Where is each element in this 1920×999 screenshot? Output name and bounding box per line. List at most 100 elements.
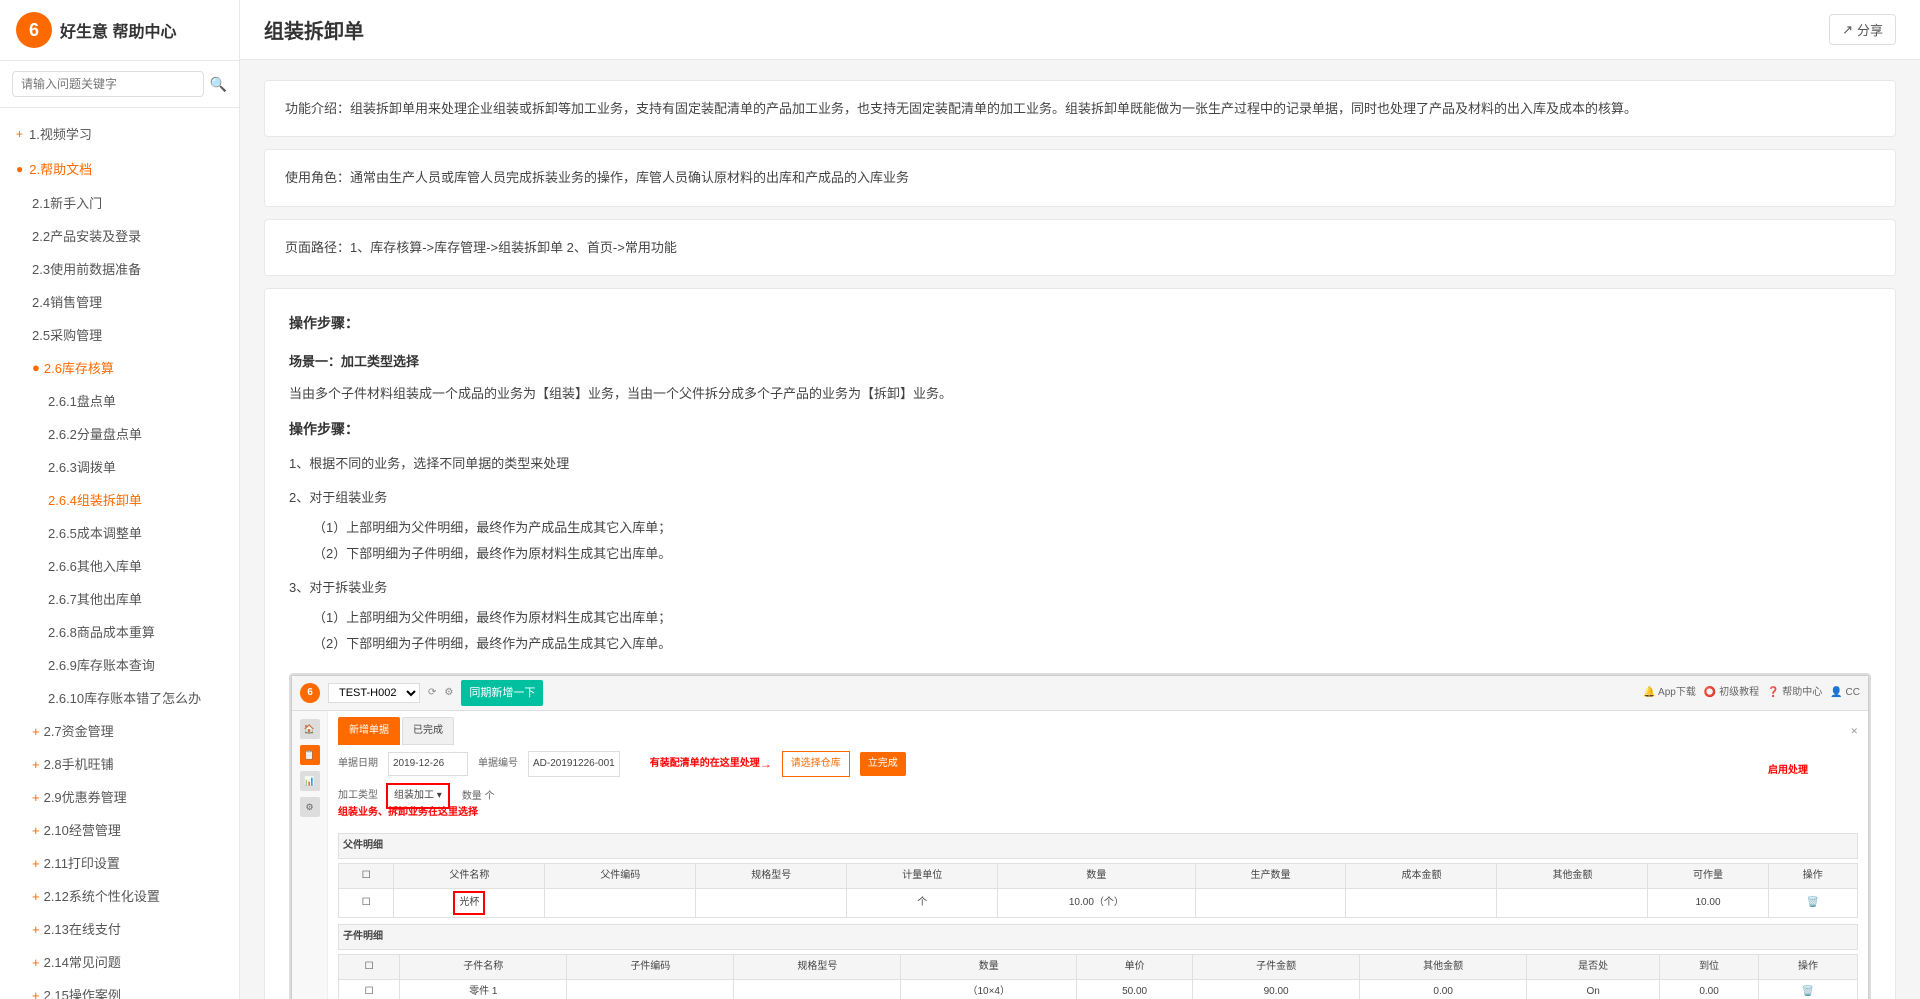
mock-th-ops: 操作 xyxy=(1768,864,1857,889)
intro-section: 功能介绍：组装拆卸单用来处理企业组装或拆卸等加工业务，支持有固定装配清单的产品加… xyxy=(264,80,1896,137)
ops-steps-title: 操作步骤： xyxy=(289,415,1871,443)
mock-nav-home[interactable]: 🏠 xyxy=(300,719,320,739)
mock-upper-table-label: 父件明细 xyxy=(338,833,1858,859)
sidebar-item-2-3[interactable]: 2.3使用前数据准备 xyxy=(0,252,239,285)
share-button[interactable]: ↗ 分享 xyxy=(1829,14,1896,45)
role-text: 使用角色：通常由生产人员或库管人员完成拆装业务的操作，库管人员确认原材料的出库和… xyxy=(285,170,909,185)
search-icon[interactable]: 🔍 xyxy=(210,76,227,93)
intro-text: 功能介绍：组装拆卸单用来处理企业组装或拆卸等加工业务，支持有固定装配清单的产品加… xyxy=(285,101,1637,116)
content-area: 功能介绍：组装拆卸单用来处理企业组装或拆卸等加工业务，支持有固定装配清单的产品加… xyxy=(240,60,1920,999)
sidebar-item-2-5[interactable]: 2.5采购管理 xyxy=(0,318,239,351)
mock-date-label: 单据日期 xyxy=(338,754,378,774)
mock-nav-settings[interactable]: ⚙ xyxy=(300,797,320,817)
mock-lth-check: ☐ xyxy=(339,955,400,980)
sidebar-item-2-4[interactable]: 2.4销售管理 xyxy=(0,285,239,318)
sidebar-item-2-6[interactable]: ● 2.6库存核算 xyxy=(0,351,239,384)
mock-close-icon[interactable]: ✕ xyxy=(1850,722,1858,740)
mock-td-action[interactable]: 🗑️ xyxy=(1768,889,1857,918)
mock-th-prod-qty: 生产数量 xyxy=(1195,864,1346,889)
share-icon: ↗ xyxy=(1842,22,1853,38)
nav-list: + 1.视频学习 ● 2.帮助文档 2.1新手入门 2.2产品安装及登录 2.3… xyxy=(0,108,239,999)
sidebar-item-2-6-4[interactable]: 2.6.4组装拆卸单 xyxy=(0,483,239,516)
role-section: 使用角色：通常由生产人员或库管人员完成拆装业务的操作，库管人员确认原材料的出库和… xyxy=(264,149,1896,206)
mock-lth-amt: 子件金额 xyxy=(1193,955,1360,980)
sidebar-item-2-1[interactable]: 2.1新手入门 xyxy=(0,186,239,219)
mock-lower-row1: ☐零件 1 （10×4）50.0090.000.00 On0.00🗑️ xyxy=(339,980,1858,999)
sidebar-item-2-10[interactable]: +2.10经营管理 xyxy=(0,813,239,846)
mock-lth-code: 子件编码 xyxy=(567,955,734,980)
path-section: 页面路径：1、库存核算->库存管理->组装拆卸单 2、首页->常用功能 xyxy=(264,219,1896,276)
step3-2: （2）下部明细为子件明细，最终作为产成品生成其它入库单。 xyxy=(289,631,1871,657)
sidebar-item-2-6-5[interactable]: 2.6.5成本调整单 xyxy=(0,516,239,549)
mock-topbar: 6 TEST-H002 ⟳ ⚙ 同期新增一下 🔔 App下载 ⭕ 初级教程 ❓ … xyxy=(292,676,1868,711)
sidebar-item-2-11[interactable]: +2.11打印设置 xyxy=(0,846,239,879)
mock-logo-icon: 6 xyxy=(300,683,320,703)
mock-spacer1 xyxy=(338,815,1858,833)
mock-annotation2: 组装业务、拆卸业务在这里选择 xyxy=(338,803,478,823)
sidebar-item-2-13[interactable]: +2.13在线支付 xyxy=(0,912,239,945)
mock-lth-other: 其他金额 xyxy=(1360,955,1527,980)
sidebar-item-docs[interactable]: ● 2.帮助文档 xyxy=(0,151,239,186)
mock-select-bom[interactable]: 请选择仓库 xyxy=(782,751,850,777)
mock-annotation3: 启用处理 xyxy=(1768,761,1808,781)
mock-company-select[interactable]: TEST-H002 xyxy=(328,683,420,703)
mock-lth-arrive: 到位 xyxy=(1660,955,1759,980)
sidebar-item-2-2[interactable]: 2.2产品安装及登录 xyxy=(0,219,239,252)
mock-settings-icon: ⚙ xyxy=(444,683,453,703)
sidebar-item-2-6-2[interactable]: 2.6.2分量盘点单 xyxy=(0,417,239,450)
step2-1: （1）上部明细为父件明细，最终作为产成品生成其它入库单； xyxy=(289,515,1871,541)
mock-tab-done[interactable]: 已完成 xyxy=(402,717,454,745)
main-area: 组装拆卸单 ↗ 分享 功能介绍：组装拆卸单用来处理企业组装或拆卸等加工业务，支持… xyxy=(240,0,1920,999)
mock-type-row: 加工类型 组装加工 ▾ 数量 个 组装业务、拆卸业务在这里选择 xyxy=(338,783,1858,809)
mock-form-header: 单据日期 2019-12-26 单据编号 AD-20191226-001 有装配… xyxy=(338,751,1858,777)
mock-lth-ops: 操作 xyxy=(1759,955,1858,980)
logo-text: 好生意 帮助中心 xyxy=(60,18,176,42)
mock-body: 🏠 📋 📊 ⚙ 新增单据 已完成 ✕ xyxy=(292,711,1868,999)
sidebar-item-2-14[interactable]: +2.14常见问题 xyxy=(0,945,239,978)
step3-1: （1）上部明细为父件明细，最终作为原材料生成其它出库单； xyxy=(289,605,1871,631)
mock-td-unit: 个 xyxy=(847,889,998,918)
mock-th-parent-code: 父件编码 xyxy=(545,864,696,889)
screenshot-container: 6 TEST-H002 ⟳ ⚙ 同期新增一下 🔔 App下载 ⭕ 初级教程 ❓ … xyxy=(289,673,1871,999)
mock-nav-active[interactable]: 📋 xyxy=(300,745,320,765)
page-title: 组装拆卸单 xyxy=(264,15,364,44)
step2: 2、对于组装业务 xyxy=(289,485,1871,511)
mock-bill-val: AD-20191226-001 xyxy=(528,751,620,777)
mock-td-name[interactable]: 光杯 xyxy=(394,889,545,918)
mock-left-sidebar: 🏠 📋 📊 ⚙ xyxy=(292,711,328,999)
sidebar: 6 好生意 帮助中心 🔍 + 1.视频学习 ● 2.帮助文档 2.1新手入门 2… xyxy=(0,0,240,999)
mock-tab-new[interactable]: 新增单据 xyxy=(338,717,400,745)
mock-date-val[interactable]: 2019-12-26 xyxy=(388,752,468,776)
sidebar-item-2-8[interactable]: +2.8手机旺铺 xyxy=(0,747,239,780)
mock-td-check: ☐ xyxy=(339,889,394,918)
sidebar-item-2-7[interactable]: +2.7资金管理 xyxy=(0,714,239,747)
step2-2: （2）下部明细为子件明细，最终作为原材料生成其它出库单。 xyxy=(289,541,1871,567)
mock-th-parent-name: 父件名称 xyxy=(394,864,545,889)
mock-th-cost: 成本金额 xyxy=(1346,864,1497,889)
mock-bill-label: 单据编号 xyxy=(478,754,518,774)
mock-td-other xyxy=(1497,889,1648,918)
mock-form-area: 新增单据 已完成 ✕ 单据日期 2019-12-26 单据编号 AD-20191… xyxy=(328,711,1868,999)
sidebar-item-2-6-1[interactable]: 2.6.1盘点单 xyxy=(0,384,239,417)
sidebar-item-2-9[interactable]: +2.9优惠券管理 xyxy=(0,780,239,813)
sidebar-item-2-6-7[interactable]: 2.6.7其他出库单 xyxy=(0,582,239,615)
sidebar-item-video[interactable]: + 1.视频学习 xyxy=(0,116,239,151)
search-input[interactable] xyxy=(12,71,204,97)
sidebar-item-2-6-8[interactable]: 2.6.8商品成本重算 xyxy=(0,615,239,648)
mock-td-qty: 10.00（个） xyxy=(998,889,1195,918)
sidebar-item-2-12[interactable]: +2.12系统个性化设置 xyxy=(0,879,239,912)
mock-confirm-btn[interactable]: 立完成 xyxy=(860,752,906,776)
mock-nav-chart[interactable]: 📊 xyxy=(300,771,320,791)
sidebar-item-2-15[interactable]: +2.15操作案例 xyxy=(0,978,239,999)
mock-lower-table: ☐ 子件名称 子件编码 规格型号 数量 单价 子件金额 其他金额 是否处 xyxy=(338,954,1858,999)
search-box: 🔍 xyxy=(0,61,239,108)
sidebar-item-2-6-9[interactable]: 2.6.9库存账本查询 xyxy=(0,648,239,681)
sidebar-item-2-6-6[interactable]: 2.6.6其他入库单 xyxy=(0,549,239,582)
sidebar-item-2-6-3[interactable]: 2.6.3调拨单 xyxy=(0,450,239,483)
mock-th-check: ☐ xyxy=(339,864,394,889)
mock-new-btn[interactable]: 同期新增一下 xyxy=(461,680,543,706)
mock-annotation1-text: 有装配清单的在这里处理 xyxy=(650,754,760,774)
collapse-icon: ● xyxy=(16,162,23,176)
mock-lth-price: 单价 xyxy=(1077,955,1193,980)
sidebar-item-2-6-10[interactable]: 2.6.10库存账本错了怎么办 xyxy=(0,681,239,714)
